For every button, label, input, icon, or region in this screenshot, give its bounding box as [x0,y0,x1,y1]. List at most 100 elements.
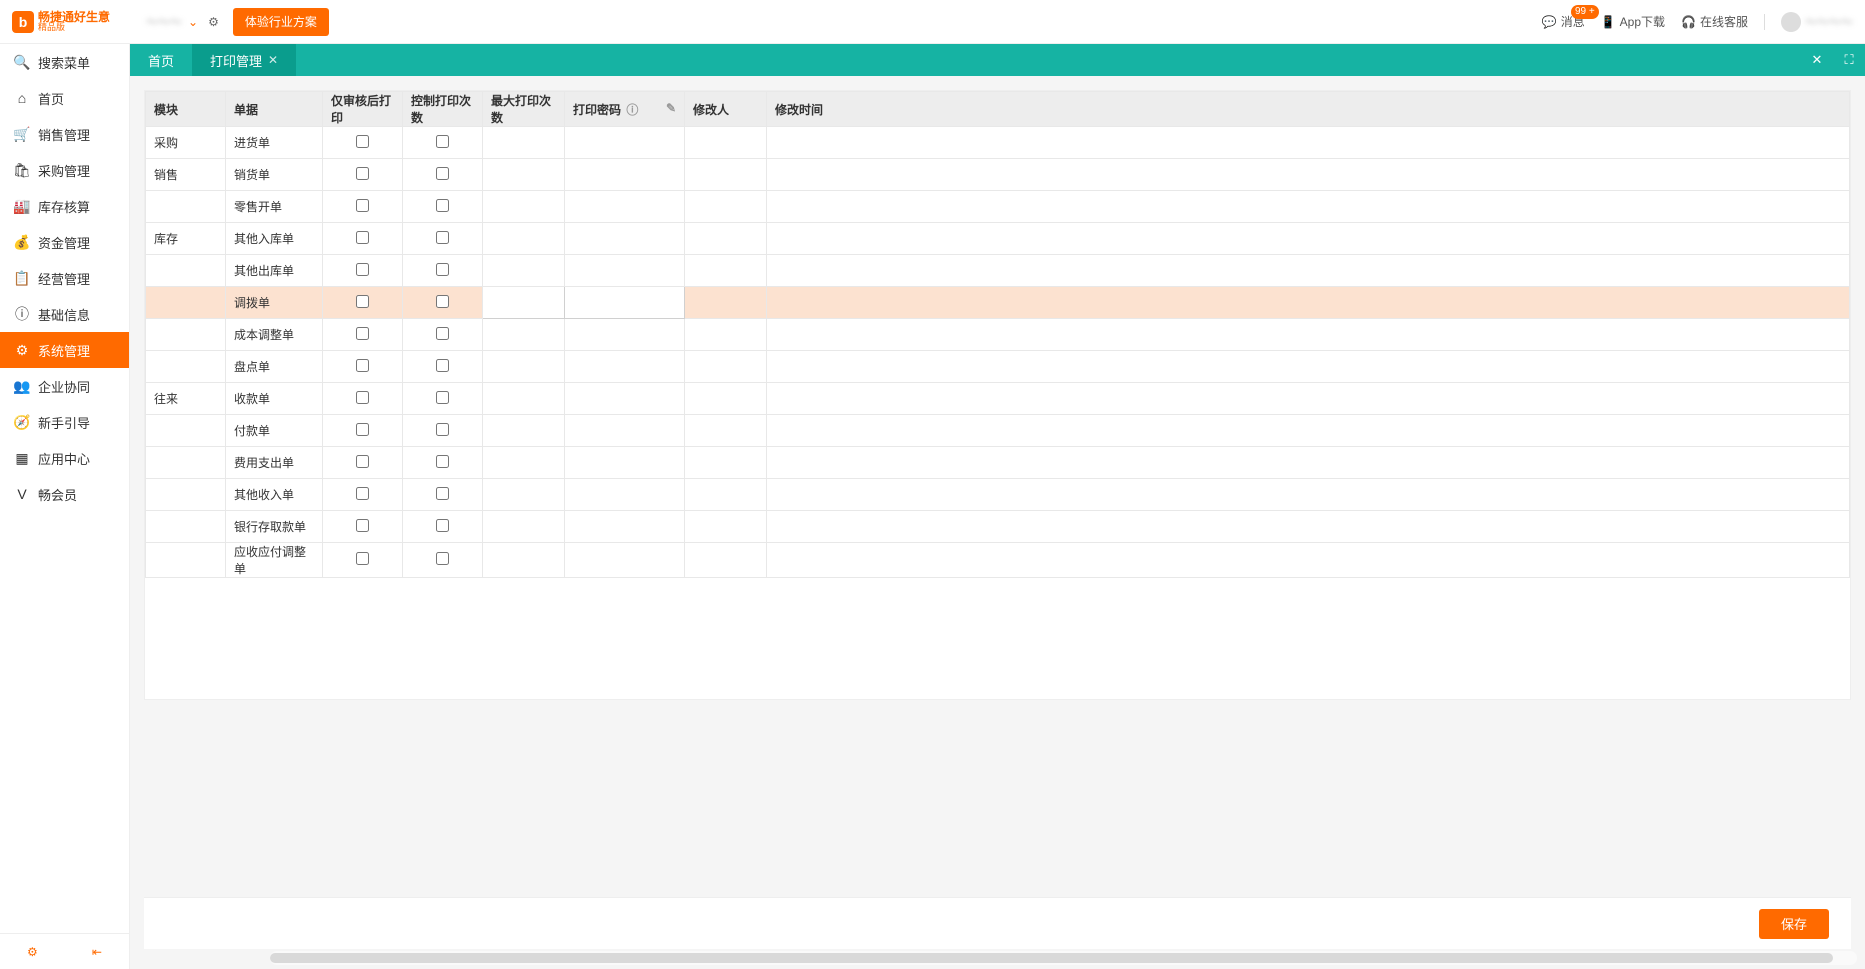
table-row[interactable]: 盘点单 [146,351,1850,383]
cell-max-count [483,415,565,447]
sidebar-item-search[interactable]: 🔍搜索菜单 [0,44,129,80]
sidebar-item-purchase[interactable]: 🛍采购管理 [0,152,129,188]
limit-count-checkbox[interactable] [436,263,449,276]
sidebar-item-label: 系统管理 [38,341,90,360]
limit-count-checkbox[interactable] [436,455,449,468]
limit-count-checkbox[interactable] [436,167,449,180]
table-row[interactable]: 零售开单 [146,191,1850,223]
only-audit-checkbox[interactable] [356,487,369,500]
table-row[interactable]: 调拨单 [146,287,1850,319]
messages-badge: 99 + [1571,5,1599,19]
collapse-icon[interactable]: ⇤ [92,945,102,959]
cell-module [146,415,226,447]
table-row[interactable]: 采购进货单 [146,127,1850,159]
only-audit-checkbox[interactable] [356,231,369,244]
fullscreen-icon[interactable]: ⛶ [1833,44,1865,76]
table-row[interactable]: 应收应付调整单 [146,543,1850,578]
top-header: b 畅捷通好生意 精品版 ～～～ ⌄ ⚙ 体验行业方案 💬 消息 99 + 📱 … [0,0,1865,44]
limit-count-checkbox[interactable] [436,423,449,436]
only-audit-checkbox[interactable] [356,519,369,532]
tab-print-manage[interactable]: 打印管理 ✕ [192,44,296,76]
only-audit-checkbox[interactable] [356,391,369,404]
table-row[interactable]: 成本调整单 [146,319,1850,351]
cell-limit-count [403,511,483,543]
limit-count-checkbox[interactable] [436,552,449,565]
table-row[interactable]: 其他收入单 [146,479,1850,511]
info-icon: ⓘ [14,306,30,322]
limit-count-checkbox[interactable] [436,391,449,404]
cell-modifier [685,511,767,543]
only-audit-checkbox[interactable] [356,167,369,180]
cell-doc: 其他收入单 [226,479,323,511]
sidebar-item-member[interactable]: V畅会员 [0,476,129,512]
col-doc: 单据 [226,92,323,127]
cell-only-audit [323,319,403,351]
only-audit-checkbox[interactable] [356,327,369,340]
save-button[interactable]: 保存 [1759,909,1829,939]
experience-button[interactable]: 体验行业方案 [233,8,329,36]
sidebar-item-sales[interactable]: 🛒销售管理 [0,116,129,152]
sidebar-item-apps[interactable]: ▦应用中心 [0,440,129,476]
app-download-link[interactable]: 📱 App下载 [1601,13,1665,30]
cell-print-pwd [565,415,685,447]
logo: b 畅捷通好生意 精品版 [12,11,130,33]
scrollbar-thumb[interactable] [270,953,1833,963]
table-row[interactable]: 销售销货单 [146,159,1850,191]
sidebar-item-collab[interactable]: 👥企业协同 [0,368,129,404]
limit-count-checkbox[interactable] [436,199,449,212]
tab-label: 打印管理 [210,51,262,70]
tab-home[interactable]: 首页 [130,44,192,76]
table-row[interactable]: 其他出库单 [146,255,1850,287]
app-download-label: App下载 [1620,13,1665,30]
edit-icon[interactable]: ✎ [666,101,676,115]
limit-count-checkbox[interactable] [436,295,449,308]
sidebar-item-finance[interactable]: 💰资金管理 [0,224,129,260]
cell-modify-time [767,383,1850,415]
col-limit-count: 控制打印次数 [403,92,483,127]
only-audit-checkbox[interactable] [356,295,369,308]
cell-max-count[interactable] [483,287,565,319]
cell-module [146,351,226,383]
cell-modifier [685,319,767,351]
sidebar-item-system[interactable]: ⚙ 系统管理 [0,332,129,368]
horizontal-scrollbar[interactable] [270,951,1857,965]
sidebar-item-inventory[interactable]: 🏭库存核算 [0,188,129,224]
only-audit-checkbox[interactable] [356,552,369,565]
cell-modify-time [767,159,1850,191]
limit-count-checkbox[interactable] [436,327,449,340]
settings-icon[interactable]: ⚙ [208,15,219,29]
user-menu[interactable]: ～～～～ [1781,12,1853,32]
only-audit-checkbox[interactable] [356,263,369,276]
cell-doc: 费用支出单 [226,447,323,479]
messages-link[interactable]: 💬 消息 99 + [1542,13,1585,30]
online-service-link[interactable]: 🎧 在线客服 [1681,13,1748,30]
sidebar-item-guide[interactable]: 🧭新手引导 [0,404,129,440]
table-row[interactable]: 库存其他入库单 [146,223,1850,255]
only-audit-checkbox[interactable] [356,199,369,212]
cell-print-pwd [565,447,685,479]
close-icon[interactable]: ✕ [268,53,278,67]
limit-count-checkbox[interactable] [436,487,449,500]
tenant-selector[interactable]: ～～～ ⌄ [146,13,198,30]
cell-only-audit [323,479,403,511]
gear-icon: ⚙ [14,342,30,358]
table-row[interactable]: 费用支出单 [146,447,1850,479]
only-audit-checkbox[interactable] [356,423,369,436]
cell-print-pwd[interactable] [565,287,685,319]
limit-count-checkbox[interactable] [436,135,449,148]
only-audit-checkbox[interactable] [356,359,369,372]
limit-count-checkbox[interactable] [436,519,449,532]
limit-count-checkbox[interactable] [436,359,449,372]
sidebar-item-home[interactable]: ⌂首页 [0,80,129,116]
table-row[interactable]: 往来收款单 [146,383,1850,415]
table-row[interactable]: 付款单 [146,415,1850,447]
sidebar-item-basedata[interactable]: ⓘ基础信息 [0,296,129,332]
table-row[interactable]: 银行存取款单 [146,511,1850,543]
only-audit-checkbox[interactable] [356,455,369,468]
help-icon[interactable]: ⓘ [626,103,638,117]
only-audit-checkbox[interactable] [356,135,369,148]
settings-gear-icon[interactable]: ⚙ [27,945,38,959]
sidebar-item-operation[interactable]: 📋经营管理 [0,260,129,296]
tab-close-all-icon[interactable]: ✕ [1801,44,1833,76]
limit-count-checkbox[interactable] [436,231,449,244]
